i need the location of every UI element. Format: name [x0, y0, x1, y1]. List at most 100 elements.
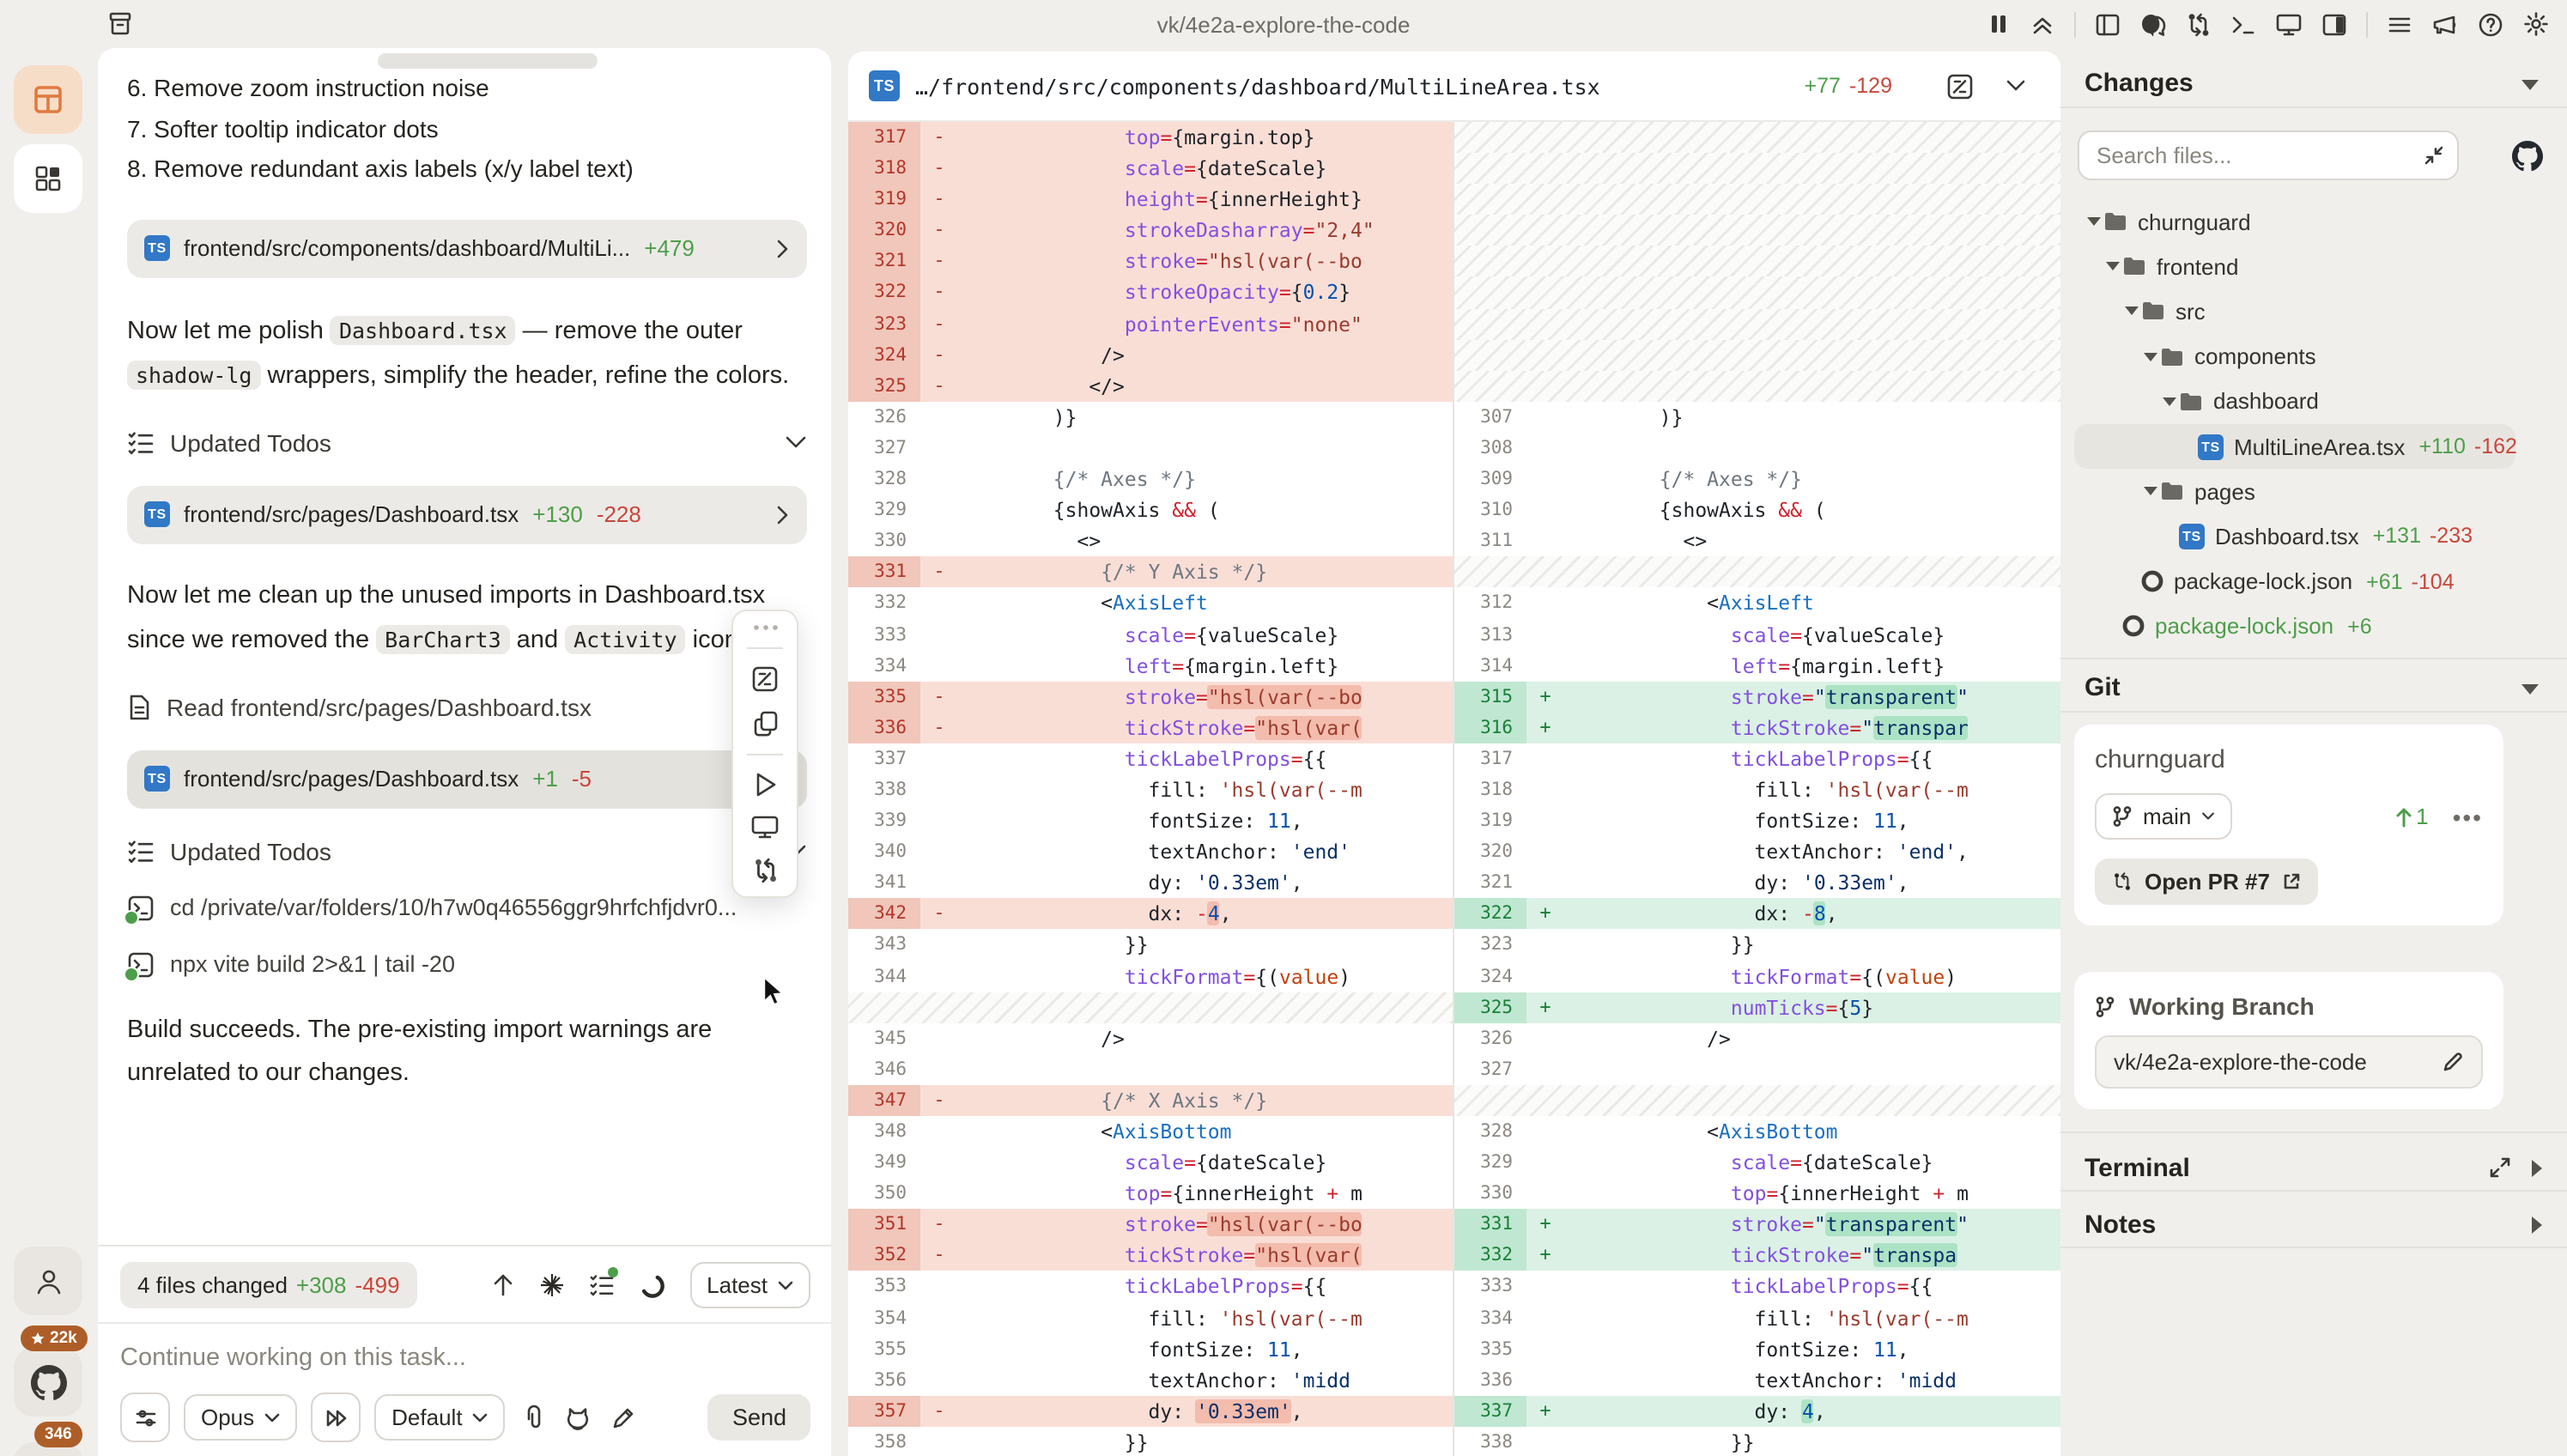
help-icon[interactable] [2478, 11, 2503, 37]
search-files-box[interactable] [2078, 130, 2459, 180]
diff-row: 323- pointerEvents="none" [848, 308, 2060, 339]
caret-down-icon [2105, 262, 2121, 272]
layout-view-button[interactable] [14, 65, 82, 134]
diff-row: 333 scale={valueScale}313 scale={valueSc… [848, 619, 2060, 650]
chevron-down-icon[interactable] [785, 434, 807, 450]
github-stars-badge: 22k [21, 1326, 88, 1351]
github-cat-icon[interactable] [2512, 141, 2543, 172]
pen-icon[interactable] [612, 1405, 636, 1429]
diff-row: 344 tickFormat={(value)324 tickFormat={(… [848, 961, 2060, 992]
monitor-icon[interactable] [2275, 11, 2303, 37]
diff-content[interactable]: 317- top={margin.top}318- scale={dateSca… [848, 122, 2060, 1456]
open-pr-button[interactable]: Open PR #7 [2095, 858, 2318, 905]
copy-icon[interactable] [751, 709, 779, 738]
file-change-chip[interactable]: TS frontend/src/pages/Dashboard.tsx +1 -… [127, 749, 807, 808]
branch-select[interactable]: main [2095, 793, 2232, 840]
cat-icon[interactable] [566, 1405, 592, 1429]
paperclip-icon[interactable] [523, 1404, 545, 1430]
file-change-chip[interactable]: TS frontend/src/components/dashboard/Mul… [127, 219, 807, 277]
tree-item[interactable]: dashboard [2074, 379, 2515, 424]
megaphone-icon[interactable] [2431, 11, 2459, 37]
tree-item[interactable]: frontend [2074, 244, 2515, 288]
pencil-icon[interactable] [2442, 1051, 2464, 1073]
git-compare-icon[interactable] [751, 857, 779, 884]
package-icon [2122, 616, 2145, 638]
todos-status-icon[interactable] [588, 1272, 614, 1298]
diff-row: 331- {/* Y Axis */} [848, 557, 2060, 588]
chat-scroll-area[interactable]: 6. Remove zoom instruction noise 7. Soft… [98, 48, 831, 1247]
burst-icon[interactable] [538, 1272, 564, 1298]
send-button[interactable]: Send [708, 1394, 810, 1441]
monitor-icon[interactable] [750, 814, 780, 841]
menu-icon[interactable] [2387, 11, 2412, 37]
typescript-icon: TS [2179, 524, 2205, 549]
git-compare-icon[interactable] [2186, 11, 2212, 37]
caret-down-icon[interactable] [2521, 79, 2540, 91]
list-item: 7. Softer tooltip indicator dots [127, 109, 807, 149]
more-options-icon[interactable]: ••• [2453, 803, 2483, 830]
tree-item[interactable]: package-lock.json+61-104 [2074, 559, 2515, 604]
expand-icon[interactable] [2490, 1157, 2510, 1178]
panel-left-icon[interactable] [2095, 11, 2121, 37]
model-select[interactable]: Opus [184, 1394, 297, 1441]
board-view-button[interactable] [14, 144, 82, 213]
diff-row: 349 scale={dateScale}329 scale={dateScal… [848, 1147, 2060, 1178]
terminal-command-row[interactable]: npx vite build 2>&1 | tail -20 [127, 950, 807, 978]
diff-file-path: …/frontend/src/components/dashboard/Mult… [915, 73, 1600, 99]
pause-icon[interactable] [1987, 12, 2011, 36]
diff-row: 322- strokeOpacity={0.2} [848, 277, 2060, 308]
typescript-icon: TS [869, 70, 900, 101]
diff-row: 324- /> [848, 339, 2060, 370]
archive-box-icon[interactable] [106, 10, 134, 38]
tree-item[interactable]: src [2074, 289, 2515, 334]
panel-right-icon[interactable] [2321, 11, 2347, 37]
search-input[interactable] [2093, 141, 2424, 170]
diff-row: 318- scale={dateScale} [848, 153, 2060, 184]
fast-forward-button[interactable] [311, 1392, 361, 1442]
caret-right-icon[interactable] [2531, 1215, 2543, 1234]
left-icon-rail: 22k 346 [0, 48, 98, 1456]
version-select[interactable]: Latest [689, 1262, 810, 1308]
diff-row: 338 fill: 'hsl(var(--m318 fill: 'hsl(var… [848, 774, 2060, 805]
arrow-up-icon[interactable] [490, 1272, 514, 1298]
terminal-command-row[interactable]: cd /private/var/folders/10/h7w0q46556ggr… [127, 894, 807, 921]
tree-item[interactable]: TSDashboard.tsx+131-233 [2074, 514, 2515, 559]
terminal-icon[interactable] [2230, 11, 2256, 37]
updated-todos-row[interactable]: Updated Todos [127, 428, 807, 456]
collapse-icon[interactable] [2424, 146, 2443, 165]
diff-row: 357- dy: '0.33em',337+ dy: 4, [848, 1396, 2060, 1427]
chevrons-up-icon[interactable] [2030, 11, 2055, 37]
diff-view-icon[interactable] [1945, 71, 1975, 100]
ellipsis-icon[interactable] [751, 623, 779, 632]
chevron-down-icon[interactable] [2006, 79, 2026, 93]
tree-item[interactable]: TSMultiLineArea.tsx+110-162 [2074, 424, 2515, 469]
diff-icon[interactable] [750, 664, 780, 694]
diff-row: 321- stroke="hsl(var(--bo [848, 246, 2060, 277]
git-section-title[interactable]: Git [2085, 673, 2121, 702]
tree-item[interactable]: churnguard [2074, 199, 2515, 244]
file-change-chip[interactable]: TS frontend/src/pages/Dashboard.tsx +130… [127, 485, 807, 543]
notes-section-header[interactable]: Notes [2060, 1202, 2567, 1247]
mode-select[interactable]: Default [374, 1394, 505, 1441]
read-file-row[interactable]: Read frontend/src/pages/Dashboard.tsx [127, 693, 807, 720]
diff-row: 319- height={innerHeight} [848, 184, 2060, 215]
tree-item[interactable]: package-lock.json+6 [2074, 604, 2515, 648]
caret-down-icon[interactable] [2521, 683, 2540, 695]
account-button[interactable] [14, 1247, 82, 1315]
files-changed-chip[interactable]: 4 files changed +308 -499 [120, 1262, 417, 1308]
play-icon[interactable] [753, 771, 777, 798]
changes-section-title[interactable]: Changes [2085, 69, 2194, 98]
tree-item[interactable]: pages [2074, 469, 2515, 513]
settings-sliders-button[interactable] [120, 1392, 170, 1442]
chat-input[interactable] [98, 1324, 831, 1389]
tree-item[interactable]: components [2074, 334, 2515, 379]
caret-right-icon[interactable] [2531, 1158, 2543, 1177]
repo-name: churnguard [2095, 745, 2483, 774]
working-branch-field[interactable]: vk/4e2a-explore-the-code [2095, 1035, 2483, 1089]
github-button[interactable] [14, 1348, 82, 1417]
chat-bubble-icon[interactable] [2139, 11, 2167, 37]
typescript-icon: TS [144, 501, 170, 527]
gear-icon[interactable] [2522, 10, 2550, 38]
updated-todos-row[interactable]: Updated Todos [127, 837, 807, 864]
terminal-section-header[interactable]: Terminal [2060, 1145, 2567, 1190]
